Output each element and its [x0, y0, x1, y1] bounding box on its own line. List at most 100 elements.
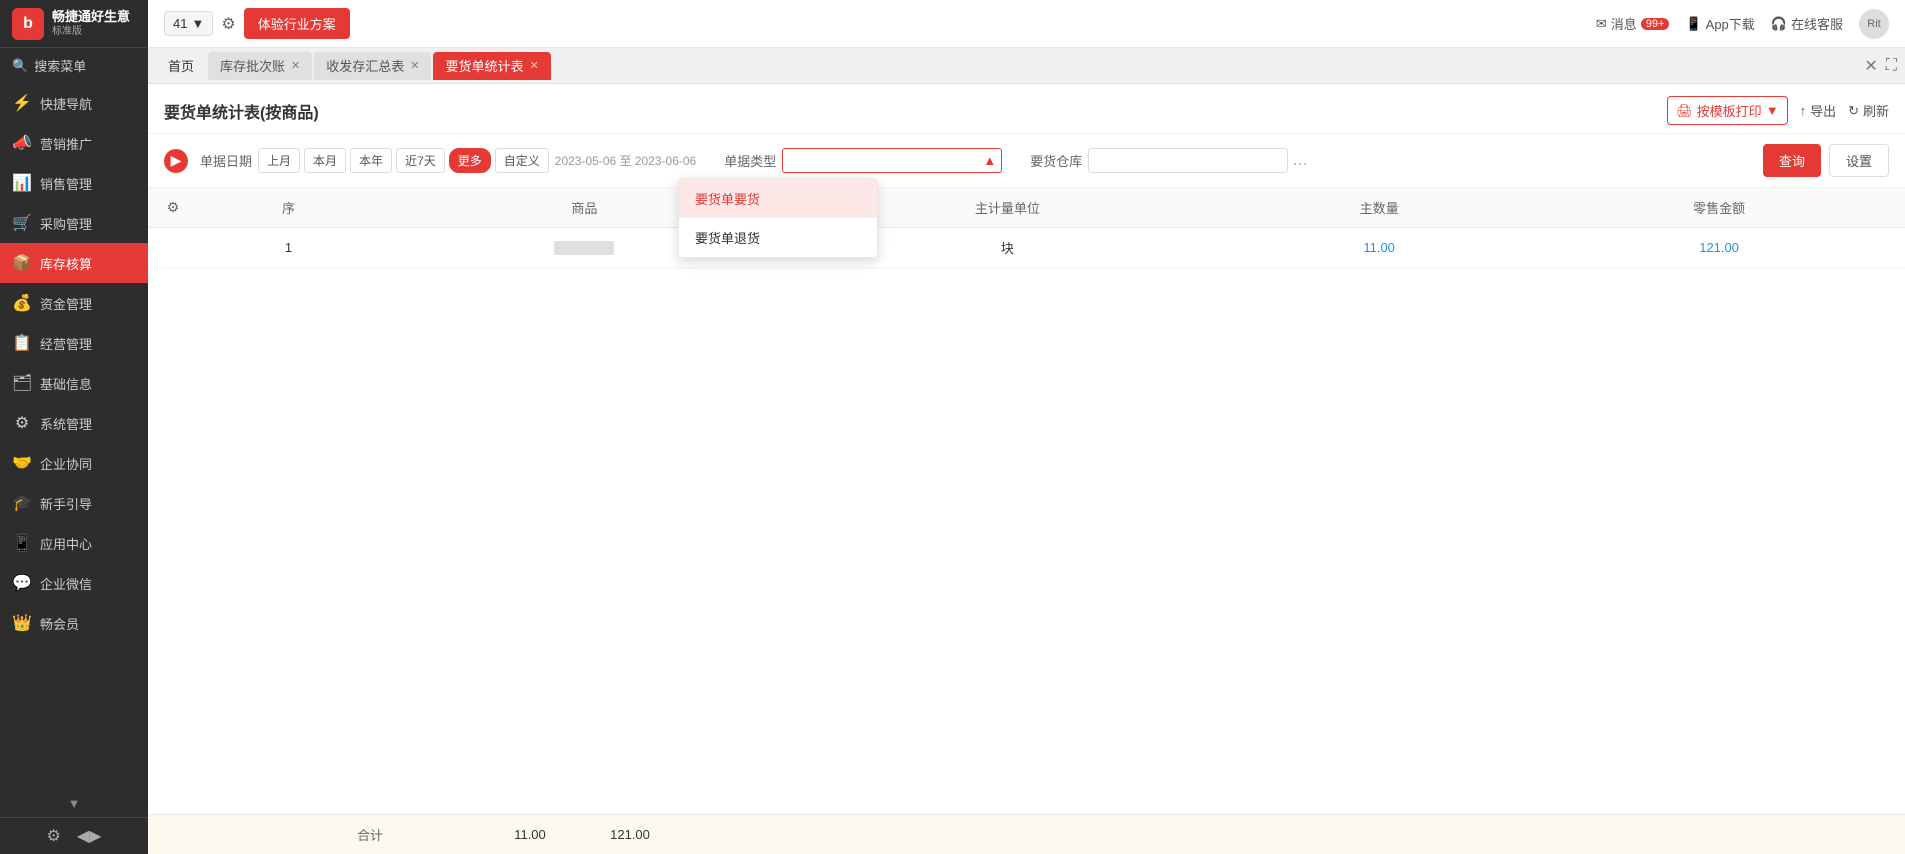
wechat-icon: 💬 [12, 573, 32, 593]
page-header: 要货单统计表(按商品) 🖨 按模板打印 ▼ ↑ 导出 ↻ 刷新 [148, 84, 1905, 134]
tab-order-stats-close[interactable]: ✕ [530, 59, 539, 72]
sidebar-item-label: 快捷导航 [40, 94, 92, 113]
tab-inventory-batch-label: 库存批次账 [220, 56, 285, 75]
tab-order-stats[interactable]: 要货单统计表 ✕ [433, 52, 550, 80]
operations-icon: 📋 [12, 333, 32, 353]
online-service-item[interactable]: 🎧 在线客服 [1771, 14, 1843, 33]
type-dropdown-chevron[interactable]: ▲ [983, 153, 996, 168]
date-btn-more[interactable]: 更多 [449, 148, 491, 173]
date-btn-last-7-days[interactable]: 近7天 [396, 148, 445, 173]
maximize-window-btn[interactable]: ⛶ [1886, 57, 1897, 75]
sidebar-item-wechat[interactable]: 💬 企业微信 [0, 563, 148, 603]
sidebar-item-label: 资金管理 [40, 294, 92, 313]
sidebar-item-finance[interactable]: 💰 资金管理 [0, 283, 148, 323]
close-window-btn[interactable]: ✕ [1864, 56, 1877, 76]
filter-bar: ▶ 单据日期 上月 本月 本年 近7天 更多 自定义 2023-05-06 至 … [148, 134, 1905, 188]
date-btn-last-month[interactable]: 上月 [258, 148, 300, 173]
system-icon: ⚙ [12, 413, 32, 433]
warehouse-filter-group: 要货仓库 … [1030, 148, 1308, 173]
tab-home[interactable]: 首页 [156, 52, 206, 80]
sales-icon: 📊 [12, 173, 32, 193]
topbar-settings-icon[interactable]: ⚙ [221, 14, 235, 34]
sidebar-item-operations[interactable]: 📋 经营管理 [0, 323, 148, 363]
sidebar-item-enterprise[interactable]: 🤝 企业协同 [0, 443, 148, 483]
sidebar-item-app-center[interactable]: 📱 应用中心 [0, 523, 148, 563]
store-selector[interactable]: 41 ▼ [164, 11, 213, 36]
sidebar-item-label: 经营管理 [40, 334, 92, 353]
warehouse-filter-label: 要货仓库 [1030, 151, 1082, 170]
sidebar-item-membership[interactable]: 👑 畅会员 [0, 603, 148, 643]
date-btn-this-year[interactable]: 本年 [350, 148, 392, 173]
sidebar-item-label: 企业协同 [40, 454, 92, 473]
warehouse-input[interactable] [1088, 148, 1288, 173]
table-row: 1 块 11.00 121.00 [148, 228, 1905, 268]
app-download-item[interactable]: 📱 App下载 [1685, 14, 1754, 33]
col-settings-icon[interactable]: ⚙ [167, 199, 180, 215]
row-quantity-link[interactable]: 11.00 [1363, 240, 1395, 255]
user-avatar[interactable]: Rit [1859, 9, 1889, 39]
sidebar-item-label: 库存核算 [40, 254, 92, 273]
phone-icon: 📱 [1685, 16, 1701, 32]
query-button[interactable]: 查询 [1763, 144, 1821, 177]
collapse-icon[interactable]: ◀▶ [77, 826, 102, 846]
print-dropdown-icon: ▼ [1766, 103, 1779, 118]
footer-quantity: 11.00 [480, 827, 580, 842]
app-name: 畅捷通好生意 [52, 9, 130, 26]
sidebar-item-label: 采购管理 [40, 214, 92, 233]
date-range-display: 2023-05-06 至 2023-06-06 [555, 152, 696, 169]
sidebar-item-label: 畅会员 [40, 614, 79, 633]
notification-item[interactable]: ✉ 消息 99+ [1596, 14, 1670, 33]
sidebar-item-system[interactable]: ⚙ 系统管理 [0, 403, 148, 443]
table-wrap: ⚙ 序 商品 主计量单位 主数量 零售金额 1 [148, 188, 1905, 814]
top-bar-right: ✉ 消息 99+ 📱 App下载 🎧 在线客服 Rit [1596, 9, 1889, 39]
col-settings[interactable]: ⚙ [148, 188, 198, 228]
col-quantity: 主数量 [1225, 188, 1533, 228]
sidebar-bottom: ⚙ ◀▶ [0, 817, 148, 854]
sidebar-item-guide[interactable]: 🎓 新手引导 [0, 483, 148, 523]
export-icon: ↑ [1800, 103, 1807, 118]
date-btn-custom[interactable]: 自定义 [495, 148, 549, 173]
dropdown-item-order-goods[interactable]: 要货单要货 [679, 179, 877, 218]
marketing-icon: 📣 [12, 133, 32, 153]
sidebar-scroll-down[interactable]: ▼ [0, 790, 148, 817]
tab-inventory-batch[interactable]: 库存批次账 ✕ [208, 52, 312, 80]
sidebar-item-purchase[interactable]: 🛒 采购管理 [0, 203, 148, 243]
tab-receive-summary-close[interactable]: ✕ [410, 59, 419, 72]
warehouse-more-btn[interactable]: … [1292, 152, 1308, 170]
content-area: 要货单统计表(按商品) 🖨 按模板打印 ▼ ↑ 导出 ↻ 刷新 [148, 84, 1905, 854]
sidebar-item-quick-nav[interactable]: ⚡ 快捷导航 [0, 83, 148, 123]
expand-icon: ▶ [171, 152, 182, 169]
base-info-icon: 🗂 [12, 373, 32, 393]
tab-receive-summary-label: 收发存汇总表 [326, 56, 404, 75]
sidebar-nav: ⚡ 快捷导航 📣 营销推广 📊 销售管理 🛒 采购管理 📦 库存核算 💰 资金管… [0, 83, 148, 790]
sidebar-item-base-info[interactable]: 🗂 基础信息 [0, 363, 148, 403]
tab-inventory-batch-close[interactable]: ✕ [291, 59, 300, 72]
row-amount-cell: 121.00 [1533, 228, 1905, 268]
sidebar-item-label: 企业微信 [40, 574, 92, 593]
sidebar-item-inventory[interactable]: 📦 库存核算 [0, 243, 148, 283]
sidebar-item-label: 新手引导 [40, 494, 92, 513]
store-number: 41 [173, 16, 187, 31]
trial-button[interactable]: 体验行业方案 [244, 8, 350, 39]
row-amount-link[interactable]: 121.00 [1699, 240, 1739, 255]
settings-bottom-icon[interactable]: ⚙ [47, 826, 61, 846]
col-amount: 零售金额 [1533, 188, 1905, 228]
dropdown-item-order-return[interactable]: 要货单退货 [679, 218, 877, 257]
tab-home-label: 首页 [168, 56, 194, 75]
settings-button[interactable]: 设置 [1829, 144, 1889, 177]
sidebar-item-marketing[interactable]: 📣 营销推广 [0, 123, 148, 163]
print-btn[interactable]: 🖨 按模板打印 ▼ [1667, 96, 1787, 125]
sidebar-search[interactable]: 🔍 搜索菜单 [0, 48, 148, 83]
sidebar-item-sales[interactable]: 📊 销售管理 [0, 163, 148, 203]
footer-amount: 121.00 [580, 827, 680, 842]
notification-badge: 99+ [1641, 18, 1670, 30]
refresh-btn[interactable]: ↻ 刷新 [1848, 101, 1889, 120]
tab-receive-summary[interactable]: 收发存汇总表 ✕ [314, 52, 431, 80]
membership-icon: 👑 [12, 613, 32, 633]
expand-filter-btn[interactable]: ▶ [164, 149, 188, 173]
type-input[interactable] [782, 148, 1002, 173]
app-download-label: App下载 [1706, 14, 1755, 33]
tab-order-stats-label: 要货单统计表 [445, 56, 523, 75]
export-btn[interactable]: ↑ 导出 [1800, 101, 1837, 120]
date-btn-this-month[interactable]: 本月 [304, 148, 346, 173]
